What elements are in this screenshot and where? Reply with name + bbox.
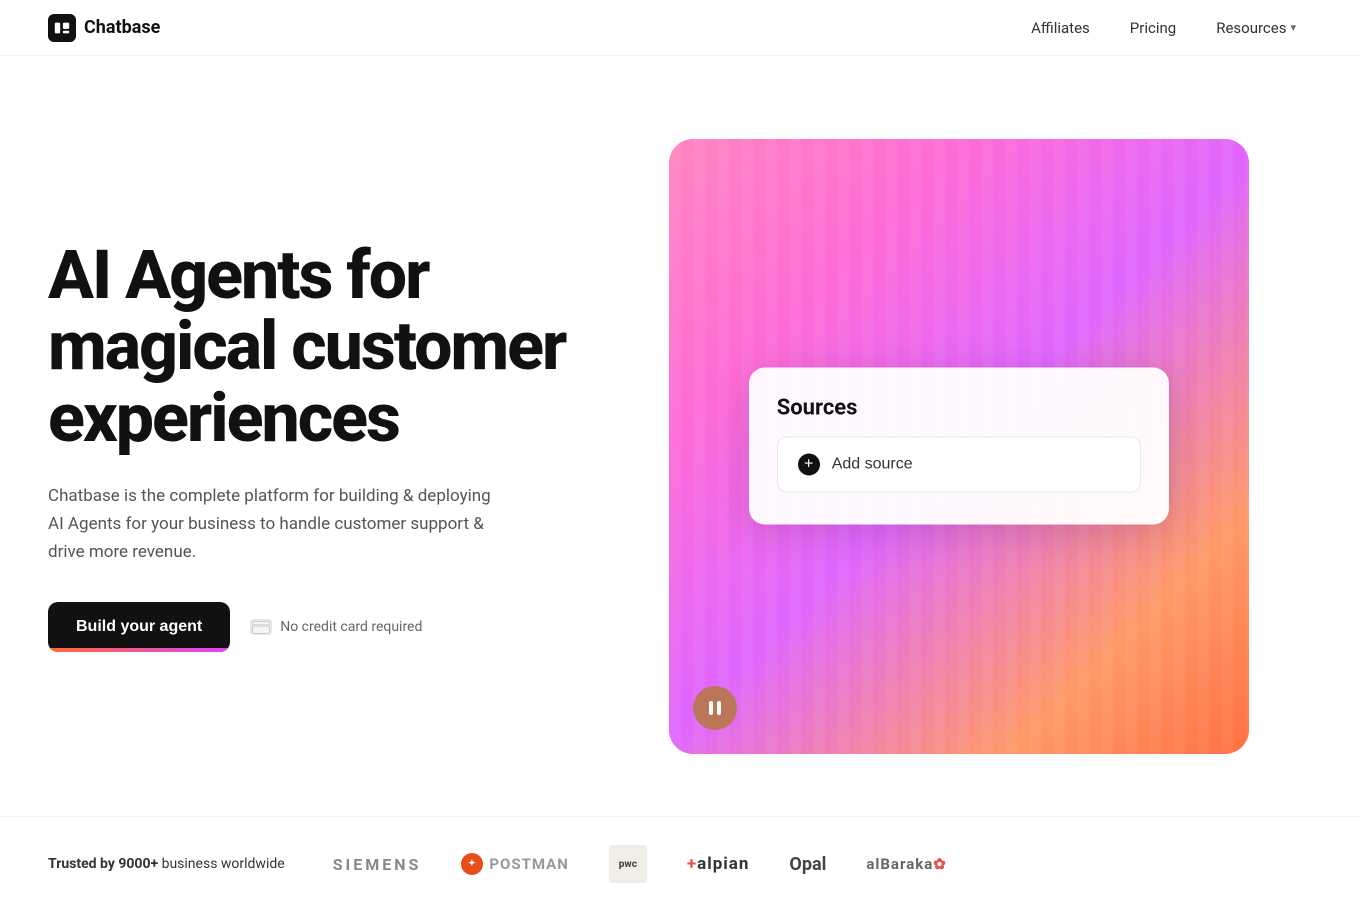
logo[interactable]: Chatbase bbox=[48, 14, 160, 42]
add-source-button[interactable]: + Add source bbox=[777, 437, 1141, 493]
sources-card: Sources + Add source bbox=[749, 368, 1169, 525]
pause-icon bbox=[709, 701, 721, 715]
pause-bar-right bbox=[717, 701, 721, 715]
brand-opal: Opal bbox=[789, 854, 826, 875]
hero-right: Sources + Add source bbox=[605, 139, 1312, 754]
chevron-down-icon: ▾ bbox=[1290, 21, 1296, 34]
hero-subtitle: Chatbase is the complete platform for bu… bbox=[48, 482, 508, 566]
pwc-icon: pwc bbox=[609, 845, 647, 883]
build-agent-button[interactable]: Build your agent bbox=[48, 602, 230, 652]
brand-albaraka: alBaraka✿ bbox=[866, 855, 947, 873]
nav-pricing[interactable]: Pricing bbox=[1114, 11, 1192, 45]
brand-alpian: +alpian bbox=[687, 854, 750, 874]
credit-card-icon bbox=[250, 619, 272, 635]
demo-card-wrapper: Sources + Add source bbox=[669, 139, 1249, 754]
hero-title: AI Agents for magical customer experienc… bbox=[48, 240, 565, 454]
nav-resources[interactable]: Resources ▾ bbox=[1200, 11, 1312, 45]
no-credit-info: No credit card required bbox=[250, 619, 422, 635]
logo-text: Chatbase bbox=[84, 17, 160, 38]
brand-siemens: SIEMENS bbox=[333, 855, 422, 874]
plus-icon: + bbox=[798, 454, 820, 476]
brand-pwc: pwc bbox=[609, 845, 647, 883]
nav-affiliates[interactable]: Affiliates bbox=[1015, 11, 1106, 45]
sources-title: Sources bbox=[777, 396, 1141, 421]
pause-bar-left bbox=[709, 701, 713, 715]
logo-icon bbox=[48, 14, 76, 42]
navbar: Chatbase Affiliates Pricing Resources ▾ bbox=[0, 0, 1360, 56]
postman-icon: ✦ bbox=[461, 853, 483, 875]
trusted-text: Trusted by 9000+ business worldwide bbox=[48, 856, 285, 872]
hero-left: AI Agents for magical customer experienc… bbox=[48, 240, 565, 652]
trusted-bar: Trusted by 9000+ business worldwide SIEM… bbox=[0, 816, 1360, 911]
nav-links: Affiliates Pricing Resources ▾ bbox=[1015, 11, 1312, 45]
pause-button[interactable] bbox=[693, 686, 737, 730]
brand-logos: SIEMENS ✦ POSTMAN pwc +alpian Opal alBar… bbox=[333, 845, 947, 883]
hero-section: AI Agents for magical customer experienc… bbox=[0, 56, 1360, 816]
hero-actions: Build your agent No credit card required bbox=[48, 602, 565, 652]
brand-postman: ✦ POSTMAN bbox=[461, 853, 568, 875]
